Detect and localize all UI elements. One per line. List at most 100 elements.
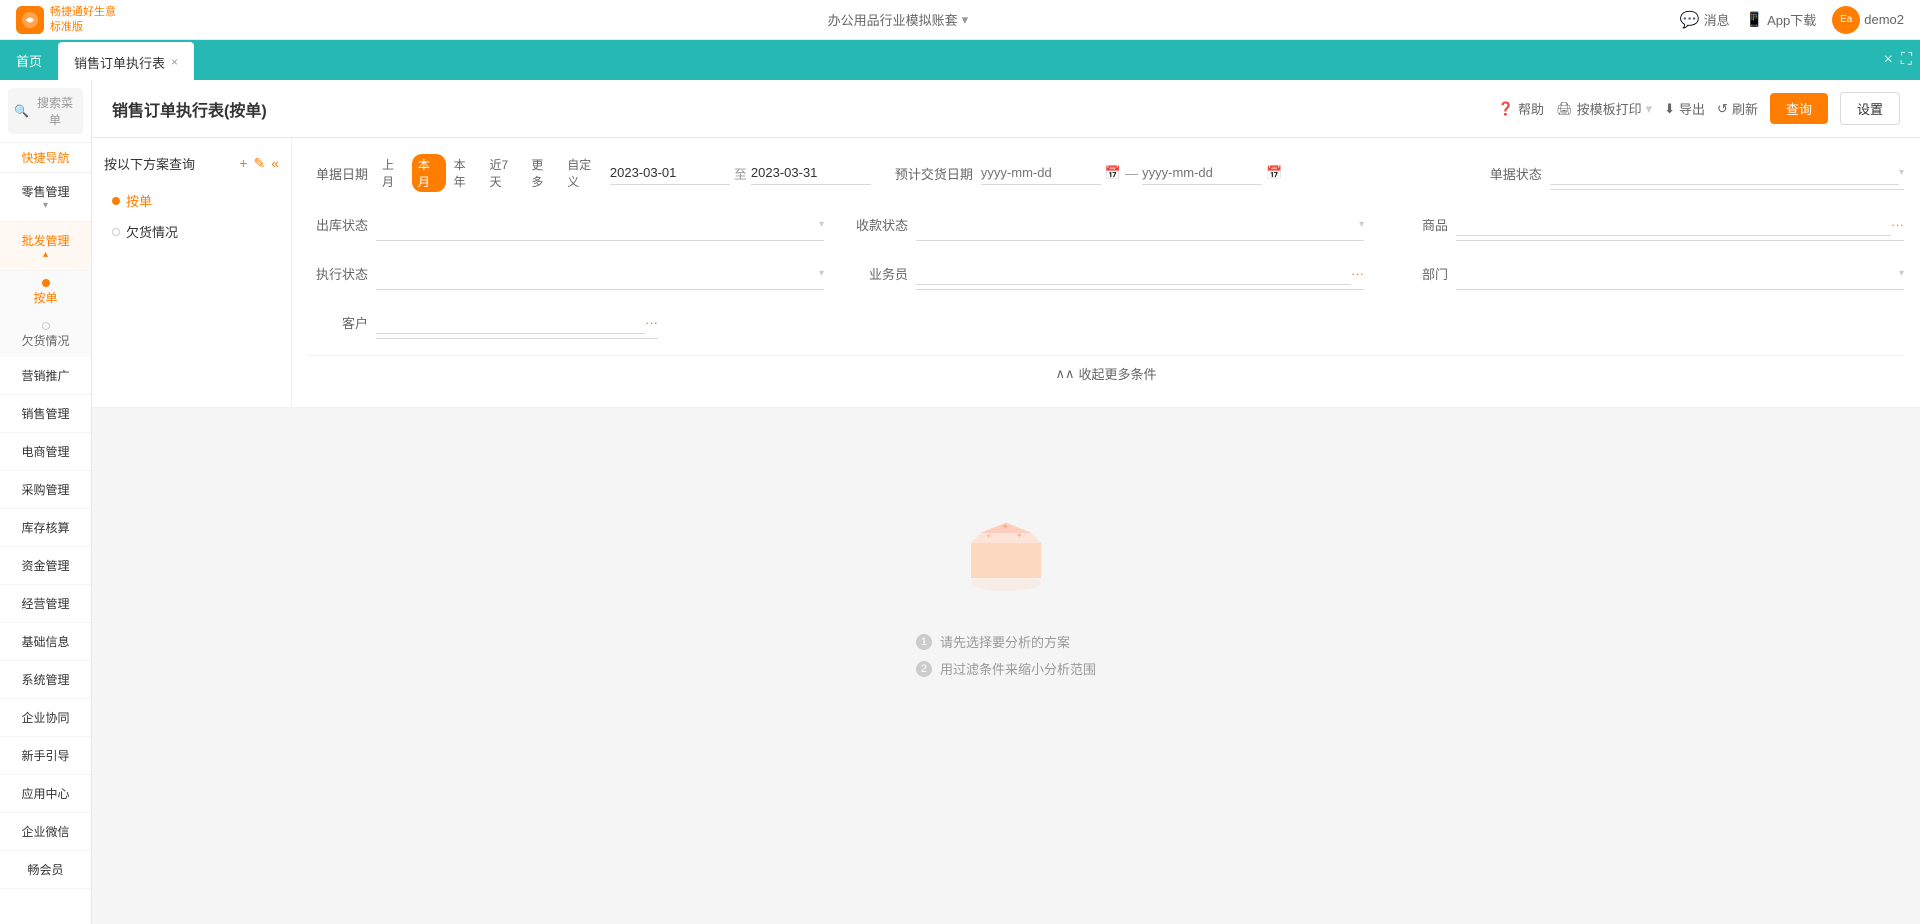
print-label: 按模板打印 bbox=[1577, 99, 1642, 118]
filter-scheme: 按以下方案查询 + ✎ « 按单 欠货情况 bbox=[92, 138, 292, 407]
date-btn-more[interactable]: 更多 bbox=[525, 154, 559, 192]
expected-date-start-input[interactable] bbox=[981, 161, 1101, 185]
print-button[interactable]: 🖨 按模板打印 ▾ bbox=[1556, 99, 1652, 118]
customer-input[interactable] bbox=[376, 310, 645, 334]
query-button[interactable]: 查询 bbox=[1770, 93, 1828, 124]
filter-field-payment: 收款状态 已收款 部分收款 未收款 ▾ bbox=[848, 209, 1364, 241]
filter-scheme-title: 按以下方案查询 bbox=[104, 154, 195, 173]
inventory-label: 库存核算 bbox=[21, 519, 69, 536]
app-download-button[interactable]: 📱 App下载 bbox=[1746, 10, 1817, 29]
date-start-input[interactable]: 2023-03-01 bbox=[610, 161, 730, 185]
sidebar-item-system[interactable]: 系统管理 bbox=[0, 661, 91, 699]
salesperson-input[interactable] bbox=[916, 261, 1351, 285]
message-button[interactable]: 💬 消息 bbox=[1680, 10, 1730, 30]
filter-inner: 按以下方案查询 + ✎ « 按单 欠货情况 bbox=[92, 138, 1920, 407]
goods-more-icon[interactable]: ··· bbox=[1891, 217, 1904, 232]
print-icon: 🖨 bbox=[1556, 101, 1573, 117]
edit-scheme-button[interactable]: ✎ bbox=[253, 155, 265, 172]
debt-label: 欠货情况 bbox=[21, 332, 69, 349]
empty-tip-1: 1 请先选择要分析的方案 bbox=[916, 632, 1096, 651]
collapse-scheme-button[interactable]: « bbox=[271, 155, 279, 172]
department-select[interactable] bbox=[1456, 262, 1899, 285]
collapse-button[interactable]: ∧∧ 收起更多条件 bbox=[1055, 364, 1156, 383]
add-scheme-button[interactable]: + bbox=[239, 155, 247, 172]
exec-status-select[interactable]: 已执行 部分执行 未执行 bbox=[376, 262, 819, 285]
sidebar-item-retail[interactable]: 零售管理 ▾ bbox=[0, 173, 91, 222]
payment-select-wrap: 已收款 部分收款 未收款 ▾ bbox=[916, 209, 1364, 241]
sidebar-item-inventory[interactable]: 库存核算 bbox=[0, 509, 91, 547]
sidebar-item-appstore[interactable]: 应用中心 bbox=[0, 775, 91, 813]
date-end-input[interactable]: 2023-03-31 bbox=[751, 161, 871, 185]
avatar: Ea bbox=[1832, 6, 1860, 34]
filter-field-delivery: 出库状态 已出库 部分出库 未出库 ▾ bbox=[308, 209, 824, 241]
payment-label: 收款状态 bbox=[848, 215, 908, 234]
sidebar-item-purchase[interactable]: 采购管理 bbox=[0, 471, 91, 509]
sidebar-item-wholesale[interactable]: 批发管理 ▴ bbox=[0, 222, 91, 271]
salesperson-more-icon[interactable]: ··· bbox=[1351, 266, 1364, 281]
date-btn-custom[interactable]: 自定义 bbox=[561, 154, 606, 192]
goods-input[interactable] bbox=[1456, 212, 1891, 236]
expected-date-icon-start[interactable]: 📅 bbox=[1105, 165, 1121, 181]
sidebar-item-newuser[interactable]: 新手引导 bbox=[0, 737, 91, 775]
sidebar-item-member[interactable]: 畅会员 bbox=[0, 851, 91, 889]
filter-field-department: 部门 ▾ bbox=[1388, 258, 1904, 290]
search-menu-button[interactable]: 🔍 搜索菜单 bbox=[8, 88, 83, 134]
purchase-label: 采购管理 bbox=[21, 481, 69, 498]
tip-num-1: 1 bbox=[916, 634, 932, 650]
department-wrap: ▾ bbox=[1456, 258, 1904, 290]
industry-dropdown-icon[interactable]: ▾ bbox=[962, 12, 969, 28]
date-btn-last-month[interactable]: 上月 bbox=[376, 154, 410, 192]
logo-svg bbox=[21, 11, 39, 29]
sidebar-item-enterprise[interactable]: 企业协同 bbox=[0, 699, 91, 737]
topbar-industry[interactable]: 办公用品行业模拟账套 ▾ bbox=[828, 10, 969, 29]
date-btn-7days[interactable]: 近7天 bbox=[483, 154, 523, 192]
sidebar-item-ecommerce[interactable]: 电商管理 bbox=[0, 433, 91, 471]
print-dropdown-icon[interactable]: ▾ bbox=[1646, 101, 1653, 117]
export-button[interactable]: ⬇ 导出 bbox=[1664, 99, 1705, 118]
tab-close-icon[interactable]: × bbox=[171, 55, 178, 69]
sidebar-item-operations[interactable]: 经营管理 bbox=[0, 585, 91, 623]
customer-more-icon[interactable]: ··· bbox=[645, 315, 658, 330]
refresh-button[interactable]: ↺ 刷新 bbox=[1717, 99, 1758, 118]
expected-date-end-input[interactable] bbox=[1142, 161, 1262, 185]
scheme-item-order[interactable]: 按单 bbox=[104, 185, 279, 216]
filter-scheme-actions: + ✎ « bbox=[239, 155, 279, 172]
bill-status-select[interactable]: 待审核 已审核 bbox=[1550, 161, 1899, 185]
tabbar: 首页 销售订单执行表 × × ⛶ bbox=[0, 40, 1920, 80]
empty-illustration: ✦ ✦ ✦ bbox=[946, 488, 1066, 608]
delivery-label: 出库状态 bbox=[308, 215, 368, 234]
date-btn-this-year[interactable]: 本年 bbox=[448, 154, 482, 192]
sidebar-item-basic[interactable]: 基础信息 bbox=[0, 623, 91, 661]
date-field-content: 上月 本月 本年 近7天 更多 自定义 2023-03-01 至 bbox=[376, 154, 871, 192]
exec-label: 执行状态 bbox=[308, 264, 368, 283]
tab-sales-execution[interactable]: 销售订单执行表 × bbox=[58, 42, 194, 82]
filter-field-exec: 执行状态 已执行 部分执行 未执行 ▾ bbox=[308, 258, 824, 290]
scheme-item-debt[interactable]: 欠货情况 bbox=[104, 216, 279, 247]
sidebar-item-marketing[interactable]: 营销推广 bbox=[0, 357, 91, 395]
sidebar-item-sales[interactable]: 销售管理 bbox=[0, 395, 91, 433]
filter-row-3: 执行状态 已执行 部分执行 未执行 ▾ bbox=[308, 257, 1904, 290]
basic-label: 基础信息 bbox=[21, 633, 69, 650]
retail-label: 零售管理 bbox=[21, 183, 69, 200]
page-actions: ❓ 帮助 🖨 按模板打印 ▾ ⬇ 导出 ↺ 刷新 查询 设置 bbox=[1498, 92, 1900, 125]
settings-button[interactable]: 设置 bbox=[1840, 92, 1900, 125]
sidebar-item-wechat[interactable]: 企业微信 bbox=[0, 813, 91, 851]
debt-dot bbox=[42, 322, 50, 330]
empty-state: ✦ ✦ ✦ 1 请先选择要分析的方案 2 用过滤条件来缩小分析范围 bbox=[92, 408, 1920, 766]
user-area[interactable]: Ea demo2 bbox=[1832, 6, 1904, 34]
date-btn-this-month[interactable]: 本月 bbox=[412, 154, 446, 192]
sidebar-item-finance[interactable]: 资金管理 bbox=[0, 547, 91, 585]
tab-home[interactable]: 首页 bbox=[0, 40, 58, 80]
sidebar-sub-item-debt[interactable]: 欠货情况 bbox=[0, 314, 91, 357]
quick-nav-button[interactable]: 快捷导航 bbox=[0, 143, 91, 173]
sidebar-sub-item-order[interactable]: 按单 bbox=[0, 271, 91, 314]
delivery-status-select[interactable]: 已出库 部分出库 未出库 bbox=[376, 213, 819, 236]
expected-date-icon-end[interactable]: 📅 bbox=[1266, 165, 1282, 181]
wholesale-toggle-icon: ▴ bbox=[43, 249, 48, 260]
delivery-dropdown-icon: ▾ bbox=[819, 219, 824, 230]
payment-status-select[interactable]: 已收款 部分收款 未收款 bbox=[916, 213, 1359, 236]
newuser-label: 新手引导 bbox=[21, 747, 69, 764]
window-expand-button[interactable]: ⛶ bbox=[1901, 51, 1912, 69]
help-button[interactable]: ❓ 帮助 bbox=[1498, 99, 1544, 118]
window-close-button[interactable]: × bbox=[1883, 51, 1892, 69]
